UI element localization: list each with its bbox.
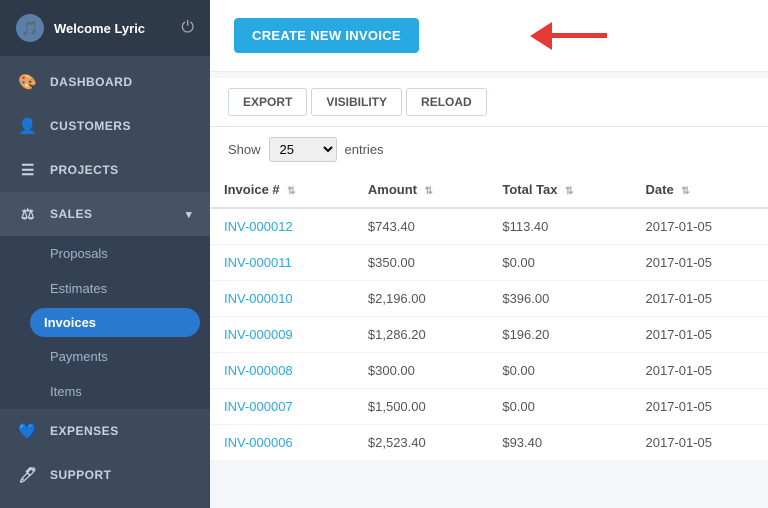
col-date: Date ⇅	[632, 172, 768, 208]
sidebar-header-left: 🎵 Welcome Lyric	[16, 14, 145, 42]
entries-select[interactable]: 25 10 50 100	[269, 137, 337, 162]
invoice-total-tax: $0.00	[488, 353, 631, 389]
invoice-amount: $350.00	[354, 245, 488, 281]
sort-icon[interactable]: ⇅	[681, 186, 689, 197]
reload-button[interactable]: RELOAD	[406, 88, 487, 116]
arrow-head-icon	[530, 22, 552, 50]
customers-icon: 👤	[18, 117, 38, 135]
invoice-number[interactable]: INV-000009	[210, 317, 354, 353]
arrow-line	[552, 33, 607, 38]
table-row: INV-000006$2,523.40$93.402017-01-05	[210, 425, 768, 461]
sidebar: 🎵 Welcome Lyric ⏻ 🎨 DASHBOARD 👤 CUSTOMER…	[0, 0, 210, 508]
invoice-date: 2017-01-05	[632, 245, 768, 281]
power-icon[interactable]: ⏻	[181, 19, 194, 37]
invoice-amount: $300.00	[354, 353, 488, 389]
main-content: CREATE NEW INVOICE EXPORT VISIBILITY REL…	[210, 0, 768, 508]
sidebar-title: Welcome Lyric	[54, 21, 145, 36]
sidebar-item-label: CUSTOMERS	[50, 119, 131, 133]
visibility-button[interactable]: VISIBILITY	[311, 88, 402, 116]
invoice-date: 2017-01-05	[632, 208, 768, 245]
table-row: INV-000012$743.40$113.402017-01-05	[210, 208, 768, 245]
invoice-number[interactable]: INV-000010	[210, 281, 354, 317]
sidebar-item-estimates[interactable]: Estimates	[0, 271, 210, 306]
sales-icon: ⚖	[18, 205, 38, 223]
invoice-amount: $2,196.00	[354, 281, 488, 317]
sidebar-item-proposals[interactable]: Proposals	[0, 236, 210, 271]
col-amount: Amount ⇅	[354, 172, 488, 208]
table-controls: Show 25 10 50 100 entries	[210, 127, 768, 172]
sort-icon[interactable]: ⇅	[425, 186, 433, 197]
dashboard-icon: 🎨	[18, 73, 38, 91]
create-invoice-button[interactable]: CREATE NEW INVOICE	[234, 18, 419, 53]
col-invoice: Invoice # ⇅	[210, 172, 354, 208]
expenses-icon: 💙	[18, 422, 38, 440]
invoices-table: Invoice # ⇅ Amount ⇅ Total Tax ⇅ Date	[210, 172, 768, 461]
content-area: EXPORT VISIBILITY RELOAD Show 25 10 50 1…	[210, 72, 768, 508]
invoice-date: 2017-01-05	[632, 317, 768, 353]
table-wrapper: Invoice # ⇅ Amount ⇅ Total Tax ⇅ Date	[210, 172, 768, 508]
invoice-number[interactable]: INV-000008	[210, 353, 354, 389]
table-row: INV-000009$1,286.20$196.202017-01-05	[210, 317, 768, 353]
top-bar: CREATE NEW INVOICE	[210, 0, 768, 72]
sidebar-item-contracts[interactable]: 📄 CONTRACTS	[0, 497, 210, 508]
invoice-number[interactable]: INV-000006	[210, 425, 354, 461]
sidebar-nav: 🎨 DASHBOARD 👤 CUSTOMERS ☰ PROJECTS ⚖ SAL…	[0, 56, 210, 508]
invoice-total-tax: $0.00	[488, 389, 631, 425]
table-row: INV-000011$350.00$0.002017-01-05	[210, 245, 768, 281]
sidebar-item-customers[interactable]: 👤 CUSTOMERS	[0, 104, 210, 148]
invoice-amount: $1,286.20	[354, 317, 488, 353]
invoice-total-tax: $0.00	[488, 245, 631, 281]
sidebar-item-items[interactable]: Items	[0, 374, 210, 409]
invoice-total-tax: $396.00	[488, 281, 631, 317]
table-row: INV-000010$2,196.00$396.002017-01-05	[210, 281, 768, 317]
invoice-date: 2017-01-05	[632, 353, 768, 389]
invoice-number[interactable]: INV-000011	[210, 245, 354, 281]
invoice-number[interactable]: INV-000012	[210, 208, 354, 245]
table-header: Invoice # ⇅ Amount ⇅ Total Tax ⇅ Date	[210, 172, 768, 208]
sidebar-item-expenses[interactable]: 💙 EXPENSES	[0, 409, 210, 453]
sidebar-header: 🎵 Welcome Lyric ⏻	[0, 0, 210, 56]
sidebar-item-label: SUPPORT	[50, 468, 112, 482]
sidebar-item-sales[interactable]: ⚖ SALES ▾	[0, 192, 210, 236]
sidebar-item-invoices[interactable]: Invoices	[30, 308, 200, 337]
sidebar-item-label: SALES	[50, 207, 93, 221]
invoice-amount: $2,523.40	[354, 425, 488, 461]
sidebar-item-dashboard[interactable]: 🎨 DASHBOARD	[0, 60, 210, 104]
col-total-tax: Total Tax ⇅	[488, 172, 631, 208]
invoice-date: 2017-01-05	[632, 425, 768, 461]
table-body: INV-000012$743.40$113.402017-01-05INV-00…	[210, 208, 768, 461]
sidebar-item-label: DASHBOARD	[50, 75, 133, 89]
logo-icon: 🎵	[16, 14, 44, 42]
invoice-date: 2017-01-05	[632, 281, 768, 317]
invoice-number[interactable]: INV-000007	[210, 389, 354, 425]
invoice-total-tax: $93.40	[488, 425, 631, 461]
sidebar-item-label: PROJECTS	[50, 163, 119, 177]
projects-icon: ☰	[18, 161, 38, 179]
invoice-amount: $743.40	[354, 208, 488, 245]
sidebar-item-support[interactable]: 🖊 SUPPORT	[0, 453, 210, 497]
chevron-down-icon: ▾	[186, 208, 192, 221]
invoice-total-tax: $196.20	[488, 317, 631, 353]
sort-icon[interactable]: ⇅	[565, 186, 573, 197]
invoice-amount: $1,500.00	[354, 389, 488, 425]
support-icon: 🖊	[18, 466, 38, 484]
entries-label: entries	[345, 142, 384, 157]
export-button[interactable]: EXPORT	[228, 88, 307, 116]
table-row: INV-000008$300.00$0.002017-01-05	[210, 353, 768, 389]
sidebar-item-label: EXPENSES	[50, 424, 119, 438]
sidebar-item-projects[interactable]: ☰ PROJECTS	[0, 148, 210, 192]
table-toolbar: EXPORT VISIBILITY RELOAD	[210, 78, 768, 127]
sort-icon[interactable]: ⇅	[287, 186, 295, 197]
invoice-date: 2017-01-05	[632, 389, 768, 425]
sidebar-sub-sales: Proposals Estimates Invoices Payments It…	[0, 236, 210, 409]
table-row: INV-000007$1,500.00$0.002017-01-05	[210, 389, 768, 425]
show-label: Show	[228, 142, 261, 157]
invoice-total-tax: $113.40	[488, 208, 631, 245]
arrow-indicator	[530, 22, 607, 50]
sidebar-item-payments[interactable]: Payments	[0, 339, 210, 374]
